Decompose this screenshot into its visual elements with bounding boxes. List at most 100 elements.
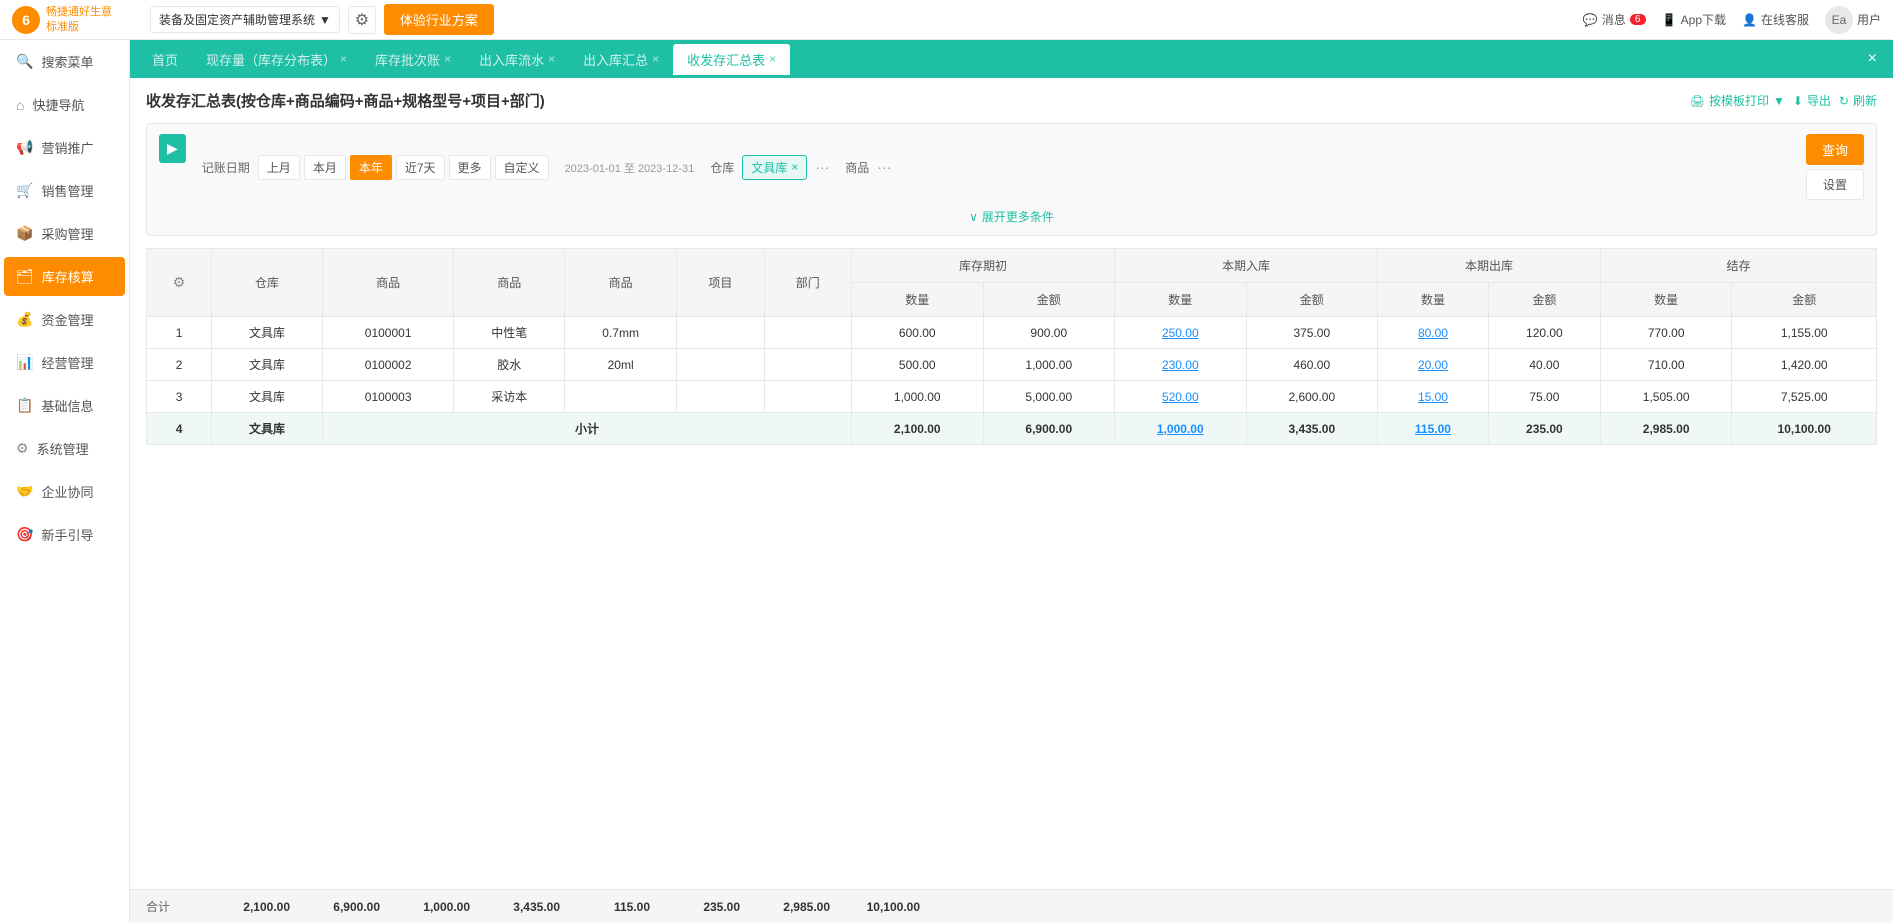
tab-batch-close[interactable]: × (444, 52, 451, 66)
setting-button[interactable]: 设置 (1806, 169, 1864, 200)
subtotal-seq: 4 (147, 413, 212, 445)
message-button[interactable]: 💬 消息 6 (1583, 11, 1646, 28)
query-button[interactable]: 查询 (1806, 134, 1864, 165)
sidebar-item-inventory[interactable]: 🗂 库存核算 (4, 257, 125, 296)
tab-recv-send-summary[interactable]: 收发存汇总表 × (673, 44, 790, 75)
subtotal-in-qty[interactable]: 1,000.00 (1115, 413, 1247, 445)
sidebar-item-quick-nav[interactable]: ⌂ 快捷导航 (4, 85, 125, 124)
filter-toggle-button[interactable]: ▶ (159, 134, 186, 163)
date-btn-this-year[interactable]: 本年 (350, 155, 392, 180)
tab-bar-close-all[interactable]: × (1860, 46, 1885, 72)
sidebar-item-operations[interactable]: 📊 经营管理 (4, 343, 125, 382)
date-btn-custom[interactable]: 自定义 (495, 155, 549, 180)
sidebar-item-finance[interactable]: 💰 资金管理 (4, 300, 125, 339)
expand-arrow-icon: ∨ (969, 210, 978, 224)
row3-out-qty[interactable]: 15.00 (1378, 381, 1489, 413)
date-btn-this-month[interactable]: 本月 (304, 155, 346, 180)
sidebar-item-search[interactable]: 🔍 搜索菜单 (4, 42, 125, 81)
trial-button[interactable]: 体验行业方案 (384, 4, 494, 35)
sidebar-item-marketing[interactable]: 📢 营销推广 (4, 128, 125, 167)
finance-icon: 💰 (16, 311, 33, 328)
logo-icon: 6 (12, 6, 40, 34)
row1-close-qty: 770.00 (1600, 317, 1732, 349)
app-title: 装备及固定资产辅助管理系统 (159, 11, 315, 28)
th-project: 项目 (677, 249, 764, 317)
row2-out-qty[interactable]: 20.00 (1378, 349, 1489, 381)
tab-batch[interactable]: 库存批次账 × (361, 44, 465, 75)
sidebar-item-guide[interactable]: 🎯 新手引导 (4, 515, 125, 554)
subtotal-in-amount: 3,435.00 (1246, 413, 1378, 445)
row3-warehouse: 文具库 (212, 381, 323, 413)
footer-bar: 合计 2,100.00 6,900.00 1,000.00 3,435.00 1… (130, 889, 1893, 923)
footer-out-amount: 235.00 (660, 900, 750, 914)
subtotal-out-amount: 235.00 (1488, 413, 1600, 445)
th-out-qty: 数量 (1378, 283, 1489, 317)
purchase-icon: 📦 (16, 225, 33, 242)
app-download-label: App下载 (1681, 11, 1726, 28)
date-btn-last-month[interactable]: 上月 (258, 155, 300, 180)
service-icon: 👤 (1742, 13, 1757, 27)
export-button[interactable]: ⬇ 导出 (1793, 92, 1831, 109)
tab-flow[interactable]: 出入库流水 × (465, 44, 569, 75)
row1-open-amount: 900.00 (983, 317, 1115, 349)
th-open-qty: 数量 (852, 283, 984, 317)
date-btn-more[interactable]: 更多 (449, 155, 491, 180)
tab-recv-send-summary-close[interactable]: × (769, 52, 776, 66)
subtotal-out-qty[interactable]: 115.00 (1378, 413, 1489, 445)
sidebar-item-basic[interactable]: 📋 基础信息 (4, 386, 125, 425)
online-service-button[interactable]: 👤 在线客服 (1742, 11, 1809, 28)
subtotal-label: 小计 (322, 413, 851, 445)
warehouse-filter-group: 仓库 文具库 × ··· (710, 155, 829, 180)
row1-goods-spec: 0.7mm (565, 317, 677, 349)
warehouse-tag-text: 文具库 (751, 159, 787, 176)
refresh-button[interactable]: ↻ 刷新 (1839, 92, 1877, 109)
sidebar-basic-label: 基础信息 (41, 396, 93, 415)
row2-in-qty[interactable]: 230.00 (1115, 349, 1247, 381)
print-button[interactable]: 🖨 按模板打印 ▼ (1690, 92, 1785, 109)
sidebar-quick-nav-label: 快捷导航 (32, 95, 84, 114)
row2-warehouse: 文具库 (212, 349, 323, 381)
sidebar: 🔍 搜索菜单 ⌂ 快捷导航 📢 营销推广 🛒 销售管理 📦 采购管理 🗂 (0, 40, 130, 923)
warehouse-tag-close[interactable]: × (791, 160, 798, 174)
th-goods-code: 商品 (322, 249, 454, 317)
row1-in-amount: 375.00 (1246, 317, 1378, 349)
goods-more-icon[interactable]: ··· (877, 159, 891, 175)
sidebar-system-label: 系统管理 (37, 439, 89, 458)
app-download-button[interactable]: 📱 App下载 (1662, 11, 1726, 28)
app-title-dropdown[interactable]: 装备及固定资产辅助管理系统 ▼ (150, 6, 340, 33)
tab-home[interactable]: 首页 (138, 44, 192, 75)
operations-icon: 📊 (16, 354, 33, 371)
online-service-label: 在线客服 (1761, 11, 1809, 28)
export-label: 导出 (1807, 92, 1831, 109)
th-closing-group: 结存 (1600, 249, 1876, 283)
goods-filter-group: 商品 ··· (845, 159, 891, 176)
row1-in-qty[interactable]: 250.00 (1115, 317, 1247, 349)
sidebar-item-purchase[interactable]: 📦 采购管理 (4, 214, 125, 253)
row1-out-qty[interactable]: 80.00 (1378, 317, 1489, 349)
th-goods-spec: 商品 (565, 249, 677, 317)
collab-icon: 🤝 (16, 483, 33, 500)
user-area[interactable]: Ea 用户 (1825, 6, 1881, 34)
filter-expand-button[interactable]: ∨ 展开更多条件 (159, 208, 1864, 225)
sidebar-item-system[interactable]: ⚙ 系统管理 (4, 429, 125, 468)
tab-stock-distribution[interactable]: 现存量（库存分布表） × (192, 44, 361, 75)
row3-in-qty[interactable]: 520.00 (1115, 381, 1247, 413)
date-btn-7days[interactable]: 近7天 (396, 155, 445, 180)
row1-warehouse: 文具库 (212, 317, 323, 349)
header-actions: 🖨 按模板打印 ▼ ⬇ 导出 ↻ 刷新 (1690, 92, 1877, 109)
sidebar-item-collab[interactable]: 🤝 企业协同 (4, 472, 125, 511)
row3-goods-spec (565, 381, 677, 413)
table-gear-icon[interactable]: ⚙ (173, 274, 186, 290)
tab-stock-distribution-close[interactable]: × (340, 52, 347, 66)
tab-summary[interactable]: 出入库汇总 × (569, 44, 673, 75)
row1-close-amount: 1,155.00 (1732, 317, 1877, 349)
tab-flow-close[interactable]: × (548, 52, 555, 66)
warehouse-more-icon[interactable]: ··· (815, 159, 829, 175)
gear-button[interactable]: ⚙ (348, 6, 376, 34)
tab-summary-close[interactable]: × (652, 52, 659, 66)
th-in-amount: 金额 (1246, 283, 1378, 317)
row1-project (677, 317, 764, 349)
sidebar-item-sales[interactable]: 🛒 销售管理 (4, 171, 125, 210)
footer-out-qty: 115.00 (570, 900, 660, 914)
refresh-label: 刷新 (1853, 92, 1877, 109)
